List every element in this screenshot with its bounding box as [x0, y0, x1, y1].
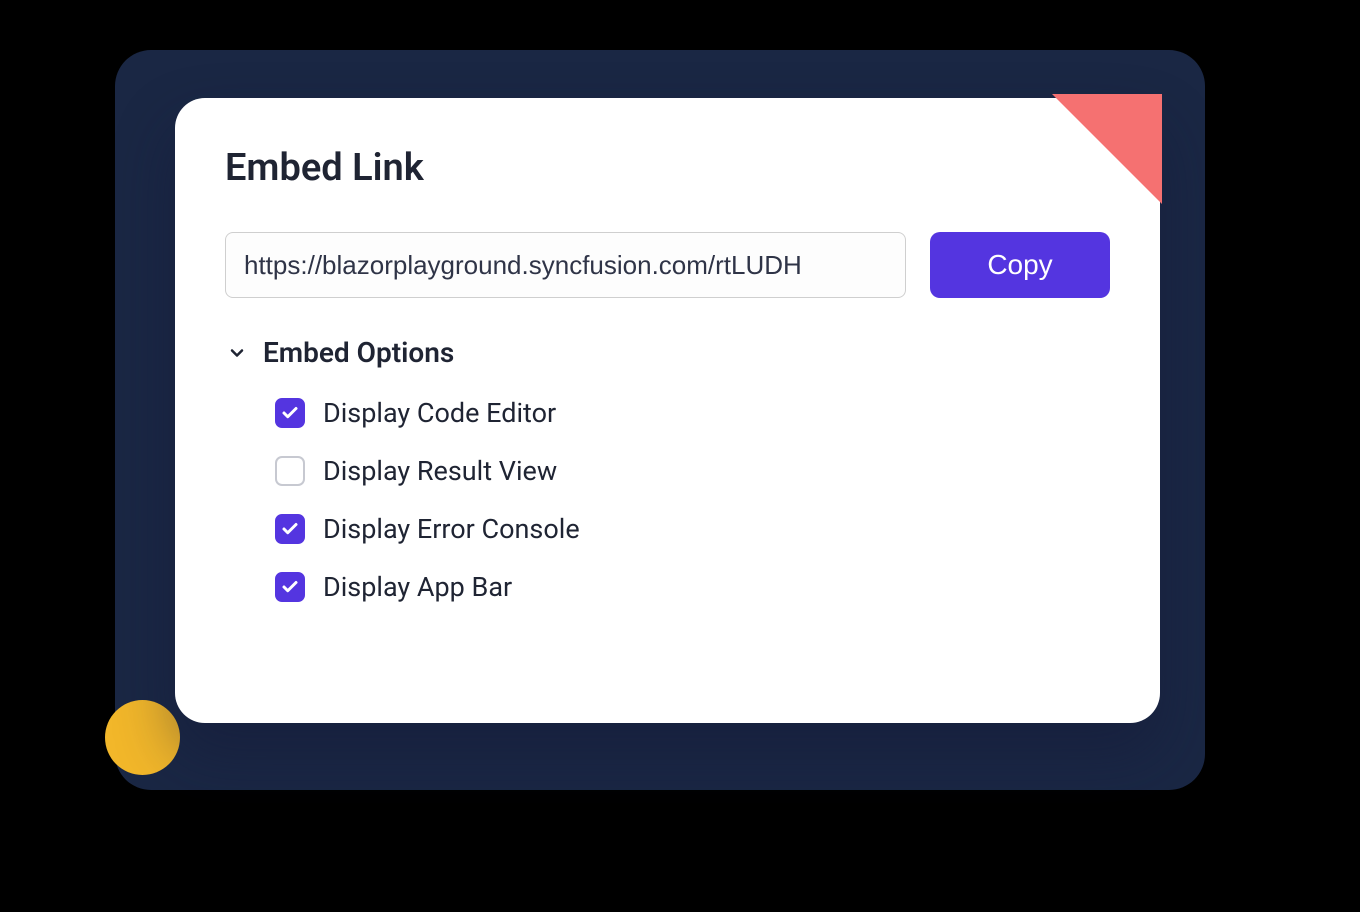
checkbox[interactable]	[275, 456, 305, 486]
checkbox[interactable]	[275, 398, 305, 428]
url-row: Copy	[225, 232, 1110, 298]
panel-title: Embed Link	[225, 146, 1110, 190]
embed-url-input[interactable]	[225, 232, 906, 298]
option-label: Display Code Editor	[323, 397, 556, 429]
option-row[interactable]: Display App Bar	[275, 571, 1110, 603]
option-row[interactable]: Display Result View	[275, 455, 1110, 487]
decorative-circle-icon	[105, 700, 180, 775]
checkbox[interactable]	[275, 514, 305, 544]
option-row[interactable]: Display Error Console	[275, 513, 1110, 545]
embed-options-list: Display Code Editor Display Result View Di…	[225, 397, 1110, 603]
embed-link-panel: Embed Link Copy Embed Options Display Co…	[175, 98, 1160, 723]
chevron-down-icon	[225, 341, 249, 365]
option-row[interactable]: Display Code Editor	[275, 397, 1110, 429]
checkbox[interactable]	[275, 572, 305, 602]
copy-button[interactable]: Copy	[930, 232, 1110, 298]
embed-options-toggle[interactable]: Embed Options	[225, 336, 1110, 369]
option-label: Display Result View	[323, 455, 557, 487]
option-label: Display App Bar	[323, 571, 512, 603]
embed-options-title: Embed Options	[263, 336, 454, 369]
option-label: Display Error Console	[323, 513, 580, 545]
decorative-triangle-icon	[1052, 94, 1162, 204]
